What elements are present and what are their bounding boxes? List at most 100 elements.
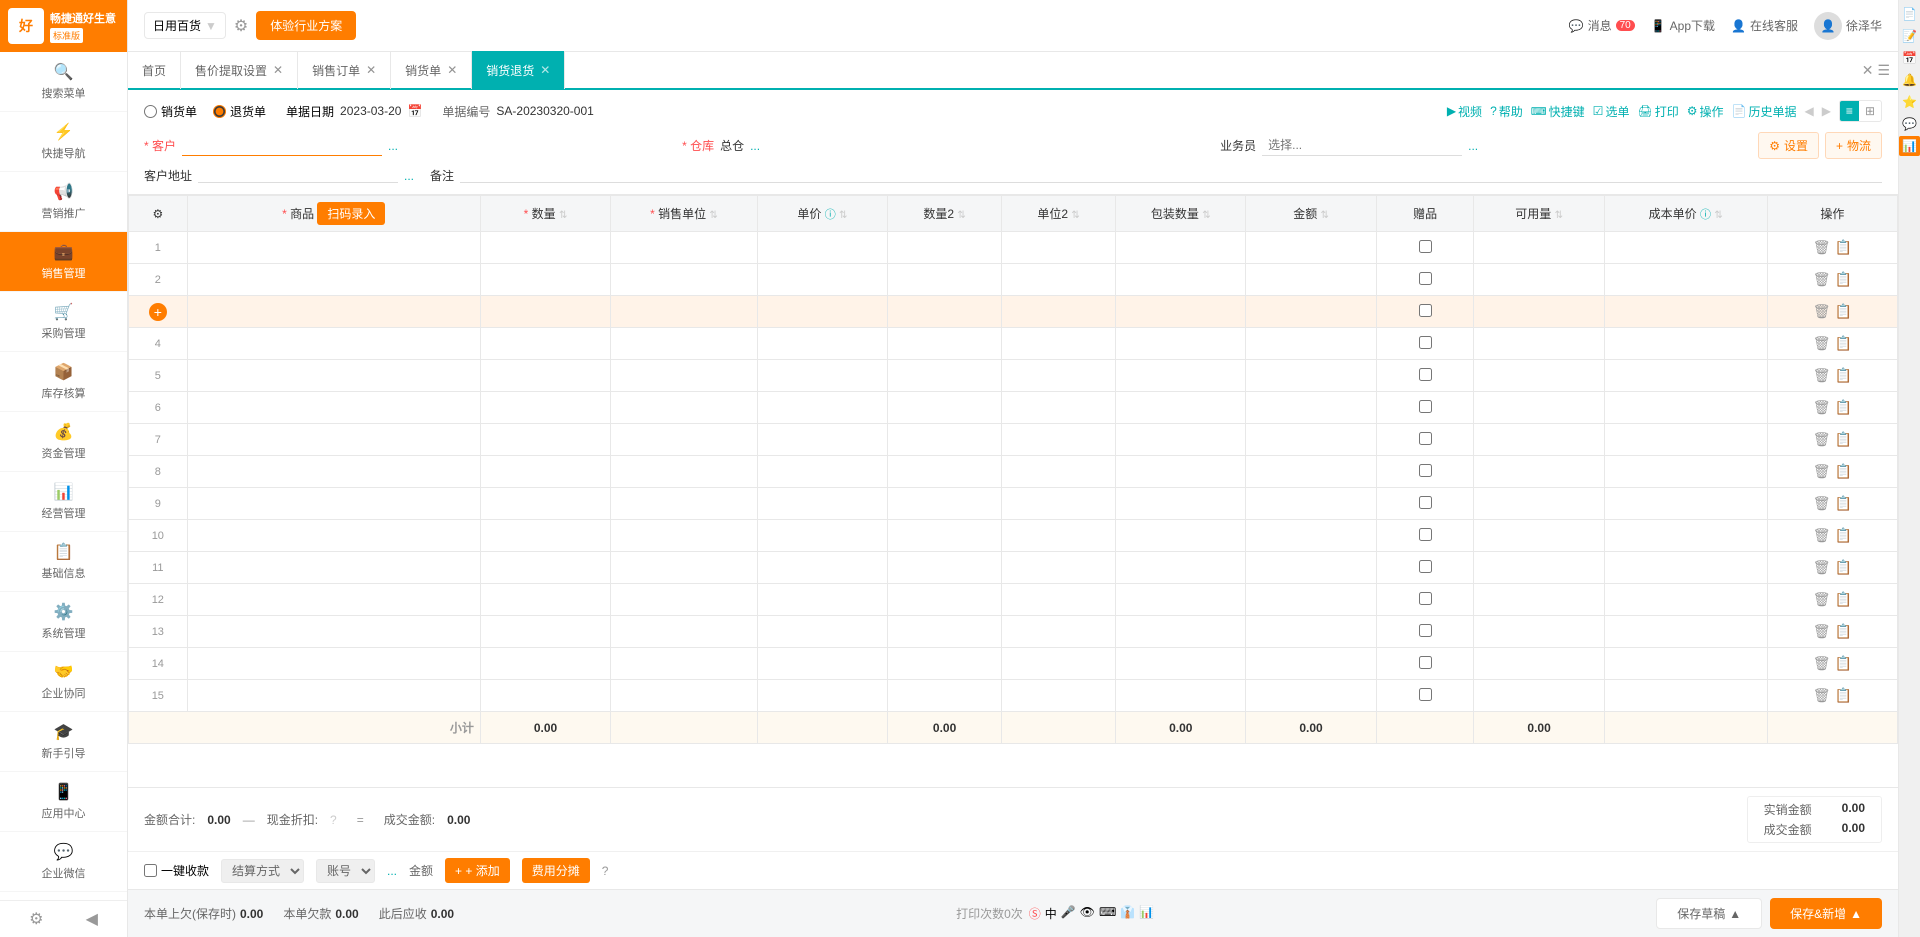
- row-cost-13[interactable]: [1604, 616, 1767, 648]
- copy-icon-10[interactable]: 📋: [1835, 527, 1852, 544]
- row-qty2-8[interactable]: [888, 456, 1002, 488]
- row-available-11[interactable]: [1474, 552, 1604, 584]
- price-info-icon[interactable]: ⓘ: [825, 209, 836, 221]
- radio-sales-input[interactable]: [144, 105, 157, 118]
- row-product-5[interactable]: [187, 360, 480, 392]
- row-pack-5[interactable]: [1116, 360, 1246, 392]
- tab-sales-delivery-close[interactable]: ✕: [447, 63, 457, 77]
- row-available-3[interactable]: [1474, 296, 1604, 328]
- table-scroll[interactable]: ⚙ * 商品 扫码录入 * 数量 ⇅ * 销售单位 ⇅: [128, 195, 1898, 787]
- row-qty2-13[interactable]: [888, 616, 1002, 648]
- unit2-sort-icon[interactable]: ⇅: [1071, 210, 1079, 221]
- row-unit2-7[interactable]: [1002, 424, 1116, 456]
- row-gift-1[interactable]: [1376, 232, 1474, 264]
- row-amount-14[interactable]: [1246, 648, 1376, 680]
- remark-input[interactable]: [460, 168, 1882, 183]
- topbar-gear-icon[interactable]: ⚙: [234, 16, 248, 36]
- row-amount-13[interactable]: [1246, 616, 1376, 648]
- delete-icon-2[interactable]: 🗑: [1813, 271, 1831, 288]
- row-price-1[interactable]: [757, 232, 887, 264]
- delete-icon-9[interactable]: 🗑: [1813, 495, 1831, 512]
- row-cost-14[interactable]: [1604, 648, 1767, 680]
- row-unit2-13[interactable]: [1002, 616, 1116, 648]
- row-amount-2[interactable]: [1246, 264, 1376, 296]
- row-qty-6[interactable]: [480, 392, 610, 424]
- row-amount-12[interactable]: [1246, 584, 1376, 616]
- row-qty2-15[interactable]: [888, 680, 1002, 712]
- select-btn[interactable]: ☑ 选单: [1593, 103, 1630, 120]
- right-panel-icon-3[interactable]: 📅: [1902, 48, 1917, 68]
- row-qty-2[interactable]: [480, 264, 610, 296]
- delete-icon-12[interactable]: 🗑: [1813, 591, 1831, 608]
- row-product-2[interactable]: [187, 264, 480, 296]
- row-product-10[interactable]: [187, 520, 480, 552]
- row-gift-3[interactable]: [1376, 296, 1474, 328]
- row-price-2[interactable]: [757, 264, 887, 296]
- row-available-9[interactable]: [1474, 488, 1604, 520]
- copy-icon-3[interactable]: 📋: [1835, 303, 1852, 320]
- row-price-7[interactable]: [757, 424, 887, 456]
- message-btn[interactable]: 💬 消息 70: [1569, 17, 1635, 34]
- row-qty2-5[interactable]: [888, 360, 1002, 392]
- radio-sales[interactable]: 销货单: [144, 103, 197, 120]
- cost-info-icon[interactable]: ⓘ: [1700, 209, 1711, 221]
- experience-btn[interactable]: 体验行业方案: [256, 11, 356, 40]
- tab-price-settings[interactable]: 售价提取设置 ✕: [181, 51, 298, 89]
- row-unit-14[interactable]: [611, 648, 758, 680]
- row-unit2-4[interactable]: [1002, 328, 1116, 360]
- row-qty-12[interactable]: [480, 584, 610, 616]
- row-available-10[interactable]: [1474, 520, 1604, 552]
- nav-select-wrapper[interactable]: 日用百货 ▼: [144, 12, 226, 39]
- row-price-6[interactable]: [757, 392, 887, 424]
- row-qty2-1[interactable]: [888, 232, 1002, 264]
- row-available-13[interactable]: [1474, 616, 1604, 648]
- sidebar-item-marketing[interactable]: 📢 营销推广: [0, 172, 127, 232]
- copy-icon-6[interactable]: 📋: [1835, 399, 1852, 416]
- sidebar-item-inventory[interactable]: 📦 库存核算: [0, 352, 127, 412]
- row-pack-3[interactable]: [1116, 296, 1246, 328]
- sidebar-item-app-center[interactable]: 📱 应用中心: [0, 772, 127, 832]
- row-product-1[interactable]: [187, 232, 480, 264]
- row-available-12[interactable]: [1474, 584, 1604, 616]
- row-unit-10[interactable]: [611, 520, 758, 552]
- sidebar-item-operations[interactable]: 📊 经营管理: [0, 472, 127, 532]
- row-cost-3[interactable]: [1604, 296, 1767, 328]
- tab-home[interactable]: 首页: [128, 51, 181, 89]
- delete-icon-5[interactable]: 🗑: [1813, 367, 1831, 384]
- row-cost-10[interactable]: [1604, 520, 1767, 552]
- row-qty-8[interactable]: [480, 456, 610, 488]
- sidebar-item-finance[interactable]: 💰 资金管理: [0, 412, 127, 472]
- copy-icon-14[interactable]: 📋: [1835, 655, 1852, 672]
- tab-sales-order-close[interactable]: ✕: [366, 63, 376, 77]
- radio-return[interactable]: 退货单: [213, 103, 266, 120]
- row-product-13[interactable]: [187, 616, 480, 648]
- row-price-11[interactable]: [757, 552, 887, 584]
- col-settings[interactable]: ⚙: [129, 196, 188, 232]
- tab-sales-delivery[interactable]: 销货单 ✕: [391, 51, 472, 89]
- video-btn[interactable]: ▶ 视频: [1447, 103, 1482, 120]
- row-pack-14[interactable]: [1116, 648, 1246, 680]
- row-qty2-4[interactable]: [888, 328, 1002, 360]
- sidebar-item-quick-nav[interactable]: ⚡ 快捷导航: [0, 112, 127, 172]
- row-available-8[interactable]: [1474, 456, 1604, 488]
- calendar-icon[interactable]: 📅: [407, 104, 422, 118]
- row-unit-1[interactable]: [611, 232, 758, 264]
- row-amount-15[interactable]: [1246, 680, 1376, 712]
- row-pack-1[interactable]: [1116, 232, 1246, 264]
- row-qty2-9[interactable]: [888, 488, 1002, 520]
- copy-icon-12[interactable]: 📋: [1835, 591, 1852, 608]
- row-unit2-5[interactable]: [1002, 360, 1116, 392]
- save-new-btn[interactable]: 保存&新增 ▲: [1770, 898, 1882, 929]
- row-gift-2[interactable]: [1376, 264, 1474, 296]
- row-cost-1[interactable]: [1604, 232, 1767, 264]
- delete-icon-8[interactable]: 🗑: [1813, 463, 1831, 480]
- copy-icon-13[interactable]: 📋: [1835, 623, 1852, 640]
- save-draft-dropdown-icon[interactable]: ▲: [1729, 907, 1741, 921]
- save-new-dropdown-icon[interactable]: ▲: [1850, 907, 1862, 921]
- row-unit-2[interactable]: [611, 264, 758, 296]
- row-unit-7[interactable]: [611, 424, 758, 456]
- customer-input[interactable]: [182, 135, 382, 156]
- pack-sort-icon[interactable]: ⇅: [1202, 210, 1210, 221]
- row-cost-11[interactable]: [1604, 552, 1767, 584]
- row-product-8[interactable]: [187, 456, 480, 488]
